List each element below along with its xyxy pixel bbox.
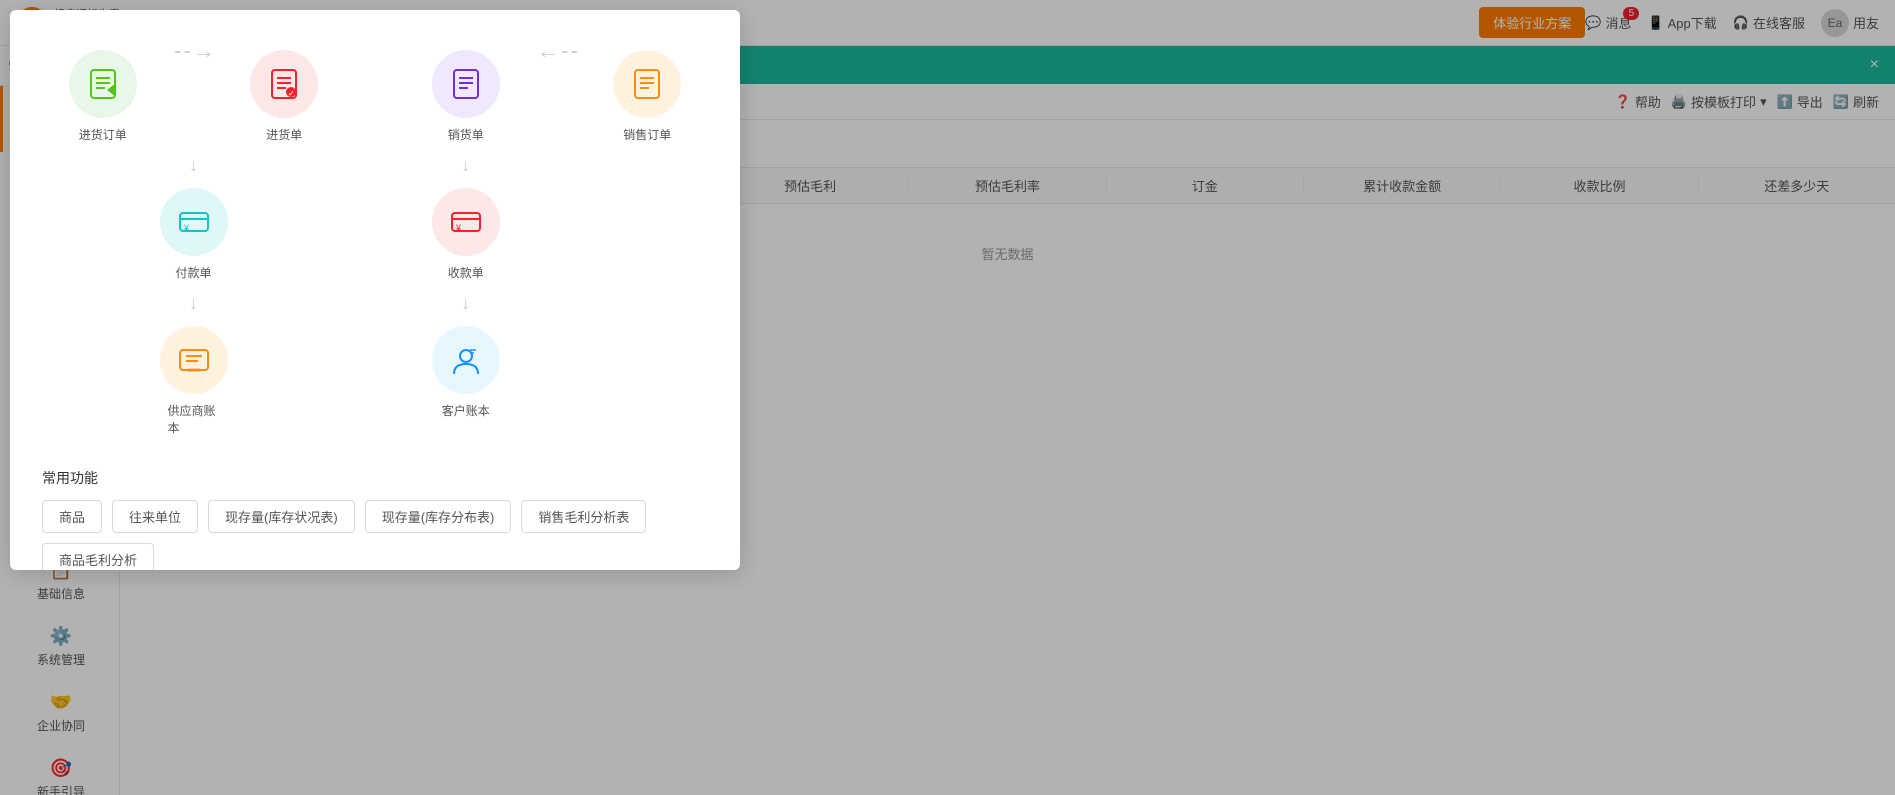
receipt-circle: ¥	[432, 188, 500, 256]
arrow-v1: ↓	[164, 155, 224, 176]
func-btn-sales-margin[interactable]: 销售毛利分析表	[521, 500, 646, 533]
spacer1	[345, 46, 405, 66]
supplier-circle	[160, 326, 228, 394]
func-btn-partner[interactable]: 往来单位	[120, 500, 198, 533]
common-functions-title: 常用功能	[120, 468, 708, 488]
main-content: 首页 销售订单执行表 × × ❓ 帮助 🖨️ 按模板打印 ▾ ⬆️	[120, 46, 1895, 795]
svg-text:✓: ✓	[288, 89, 295, 98]
arrow-v4: ↓	[405, 293, 527, 314]
func-btn-stock-dist[interactable]: 现存量(库存分布表)	[365, 500, 512, 533]
flow-node-supplier[interactable]: 供应商账本	[164, 314, 224, 448]
flow-node-purchase-order[interactable]: 进货订单	[120, 46, 164, 155]
popup: 进货订单 - - → ✓ 进货单	[120, 46, 740, 570]
purchase-order-circle	[120, 50, 137, 118]
flow-diagram: 进货订单 - - → ✓ 进货单	[120, 46, 708, 448]
receipt-label: 收款单	[448, 264, 484, 281]
sales-bill-circle	[432, 50, 500, 118]
arrow-h1: - - →	[164, 46, 224, 92]
arrow-v3: ↓	[164, 293, 224, 314]
flow-node-receipt[interactable]: ¥ 收款单	[405, 176, 527, 293]
svg-text:¥: ¥	[455, 223, 462, 233]
arrow-h2: ← - -	[527, 46, 587, 92]
customer-circle	[432, 326, 500, 394]
popup-overlay: 进货订单 - - → ✓ 进货单	[120, 46, 1895, 795]
func-btn-stock-status[interactable]: 现存量(库存状况表)	[208, 500, 355, 533]
sales-bill-label: 销货单	[448, 126, 484, 143]
purchase-order-label: 进货订单	[120, 126, 127, 143]
flow-node-customer[interactable]: 客户账本	[405, 314, 527, 431]
purchase-bill-label: 进货单	[266, 126, 302, 143]
payment-circle: ¥	[160, 188, 228, 256]
svg-text:¥: ¥	[183, 223, 190, 233]
payment-label: 付款单	[175, 264, 211, 281]
flow-node-purchase-bill[interactable]: ✓ 进货单	[224, 46, 346, 155]
supplier-label: 供应商账本	[168, 402, 220, 436]
flow-node-sales-order[interactable]: 销售订单	[587, 46, 709, 155]
func-btn-product-margin[interactable]: 商品毛利分析	[120, 543, 154, 570]
func-buttons-row1: 商品 往来单位 现存量(库存状况表) 现存量(库存分布表) 销售毛利分析表 商品…	[120, 500, 708, 570]
sales-order-circle	[613, 50, 681, 118]
popup-body: 进货订单 - - → ✓ 进货单	[120, 46, 740, 570]
purchase-bill-circle: ✓	[250, 50, 318, 118]
customer-label: 客户账本	[442, 402, 490, 419]
sales-order-node-label: 销售订单	[623, 126, 671, 143]
arrow-v2: ↓	[405, 155, 527, 176]
flow-node-sales-bill[interactable]: 销货单	[405, 46, 527, 155]
flow-node-payment[interactable]: ¥ 付款单	[164, 176, 224, 293]
common-functions: 常用功能 商品 往来单位 现存量(库存状况表) 现存量(库存分布表) 销售毛利分…	[120, 468, 708, 570]
